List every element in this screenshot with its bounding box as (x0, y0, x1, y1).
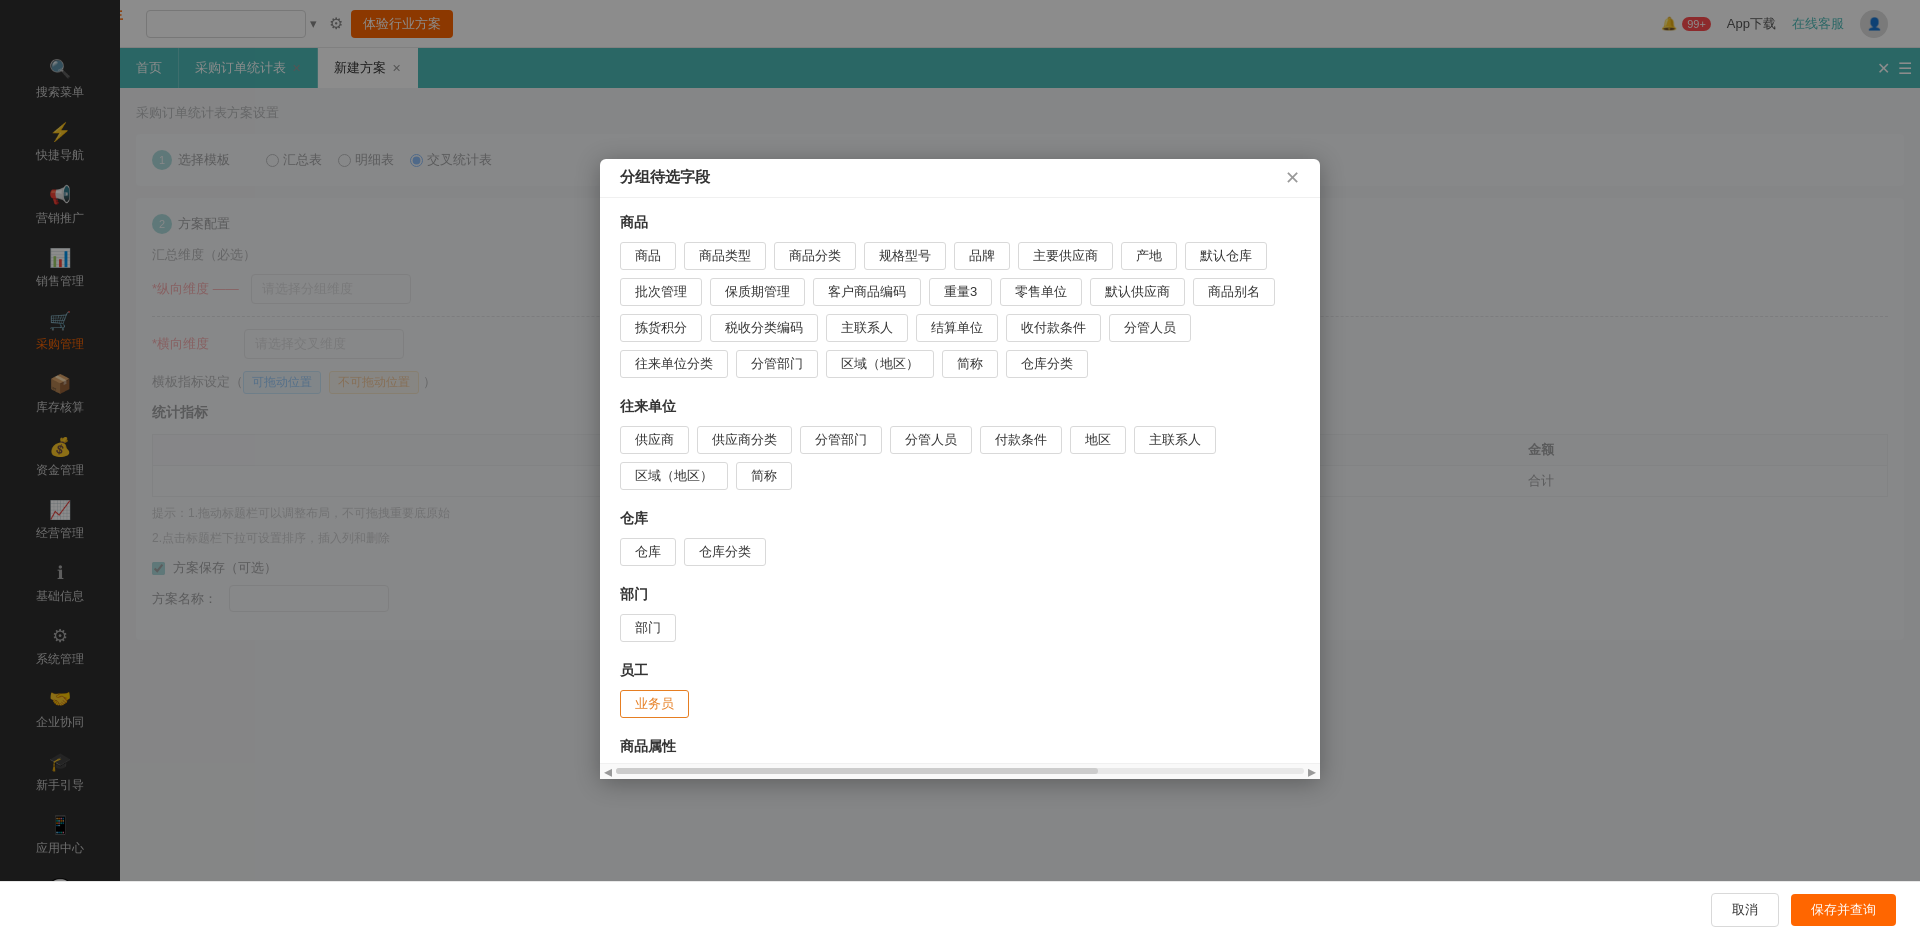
chip-region[interactable]: 区域（地区） (826, 350, 934, 378)
chip-batch-mgmt[interactable]: 批次管理 (620, 278, 702, 306)
chip-product-alias[interactable]: 商品别名 (1193, 278, 1275, 306)
section-product-title: 商品 (620, 214, 1300, 232)
section-product: 商品 商品 商品类型 商品分类 规格型号 品牌 主要供应商 产地 默认仓库 批次… (620, 214, 1300, 378)
chip-partner-manager[interactable]: 分管人员 (890, 426, 972, 454)
section-product-attr: 商品属性 属性 颜色 多规格 尺码 鞋码 1 (620, 738, 1300, 762)
employee-chips: 业务员 (620, 690, 1300, 718)
chip-wh-cat[interactable]: 仓库分类 (684, 538, 766, 566)
partner-chips: 供应商 供应商分类 分管部门 分管人员 付款条件 地区 主联系人 区域（地区） … (620, 426, 1300, 490)
chip-pick-points[interactable]: 拣货积分 (620, 314, 702, 342)
hscroll-track (616, 768, 1304, 774)
hscroll-thumb (616, 768, 1098, 774)
chip-quality-mgmt[interactable]: 保质期管理 (710, 278, 805, 306)
chip-default-supplier[interactable]: 默认供应商 (1090, 278, 1185, 306)
chip-partner-category[interactable]: 往来单位分类 (620, 350, 728, 378)
warehouse-chips: 仓库 仓库分类 (620, 538, 1300, 566)
dialog-body: 商品 商品 商品类型 商品分类 规格型号 品牌 主要供应商 产地 默认仓库 批次… (600, 198, 1320, 762)
chip-main-contact[interactable]: 主联系人 (826, 314, 908, 342)
bottom-toolbar: 取消 保存并查询 (0, 881, 1920, 937)
chip-payment-terms[interactable]: 收付款条件 (1006, 314, 1101, 342)
chip-supplier-cat[interactable]: 供应商分类 (697, 426, 792, 454)
chip-dept[interactable]: 分管部门 (736, 350, 818, 378)
chip-partner-region[interactable]: 区域（地区） (620, 462, 728, 490)
chip-origin[interactable]: 产地 (1121, 242, 1177, 270)
dialog-header: 分组待选字段 ✕ (600, 159, 1320, 199)
chip-spec-model[interactable]: 规格型号 (864, 242, 946, 270)
chip-partner-dept[interactable]: 分管部门 (800, 426, 882, 454)
dialog-title: 分组待选字段 (620, 168, 710, 187)
section-partner-title: 往来单位 (620, 398, 1300, 416)
chip-product-type[interactable]: 商品类型 (684, 242, 766, 270)
section-partner: 往来单位 供应商 供应商分类 分管部门 分管人员 付款条件 地区 主联系人 区域… (620, 398, 1300, 490)
section-warehouse-title: 仓库 (620, 510, 1300, 528)
chip-partner-contact[interactable]: 主联系人 (1134, 426, 1216, 454)
dialog-hscrollbar[interactable]: ◂ ▸ (600, 763, 1320, 779)
chip-pay-terms[interactable]: 付款条件 (980, 426, 1062, 454)
section-department: 部门 部门 (620, 586, 1300, 642)
chip-department[interactable]: 部门 (620, 614, 676, 642)
section-warehouse: 仓库 仓库 仓库分类 (620, 510, 1300, 566)
chip-partner-short[interactable]: 简称 (736, 462, 792, 490)
dialog-close-button[interactable]: ✕ (1285, 169, 1300, 187)
chip-default-warehouse[interactable]: 默认仓库 (1185, 242, 1267, 270)
section-employee: 员工 业务员 (620, 662, 1300, 718)
chip-weight[interactable]: 重量3 (929, 278, 992, 306)
section-product-attr-title: 商品属性 (620, 738, 1300, 756)
chip-wh[interactable]: 仓库 (620, 538, 676, 566)
chip-short-name[interactable]: 简称 (942, 350, 998, 378)
department-chips: 部门 (620, 614, 1300, 642)
chip-manager[interactable]: 分管人员 (1109, 314, 1191, 342)
chip-retail-unit[interactable]: 零售单位 (1000, 278, 1082, 306)
section-department-title: 部门 (620, 586, 1300, 604)
cancel-button[interactable]: 取消 (1711, 893, 1779, 927)
chip-employee[interactable]: 业务员 (620, 690, 689, 718)
chip-tax-code[interactable]: 税收分类编码 (710, 314, 818, 342)
chip-supplier[interactable]: 供应商 (620, 426, 689, 454)
chip-product-category[interactable]: 商品分类 (774, 242, 856, 270)
chip-warehouse-cat[interactable]: 仓库分类 (1006, 350, 1088, 378)
product-chips: 商品 商品类型 商品分类 规格型号 品牌 主要供应商 产地 默认仓库 批次管理 … (620, 242, 1300, 378)
chip-main-supplier[interactable]: 主要供应商 (1018, 242, 1113, 270)
field-select-dialog: 分组待选字段 ✕ 商品 商品 商品类型 商品分类 规格型号 品牌 主要供应商 产… (600, 159, 1320, 779)
section-employee-title: 员工 (620, 662, 1300, 680)
chip-brand[interactable]: 品牌 (954, 242, 1010, 270)
chip-district[interactable]: 地区 (1070, 426, 1126, 454)
chip-product[interactable]: 商品 (620, 242, 676, 270)
save-query-button[interactable]: 保存并查询 (1791, 894, 1896, 926)
chip-settlement-unit[interactable]: 结算单位 (916, 314, 998, 342)
hscroll-left-arrow[interactable]: ◂ (604, 762, 612, 781)
chip-customer-code[interactable]: 客户商品编码 (813, 278, 921, 306)
hscroll-right-arrow[interactable]: ▸ (1308, 762, 1316, 781)
